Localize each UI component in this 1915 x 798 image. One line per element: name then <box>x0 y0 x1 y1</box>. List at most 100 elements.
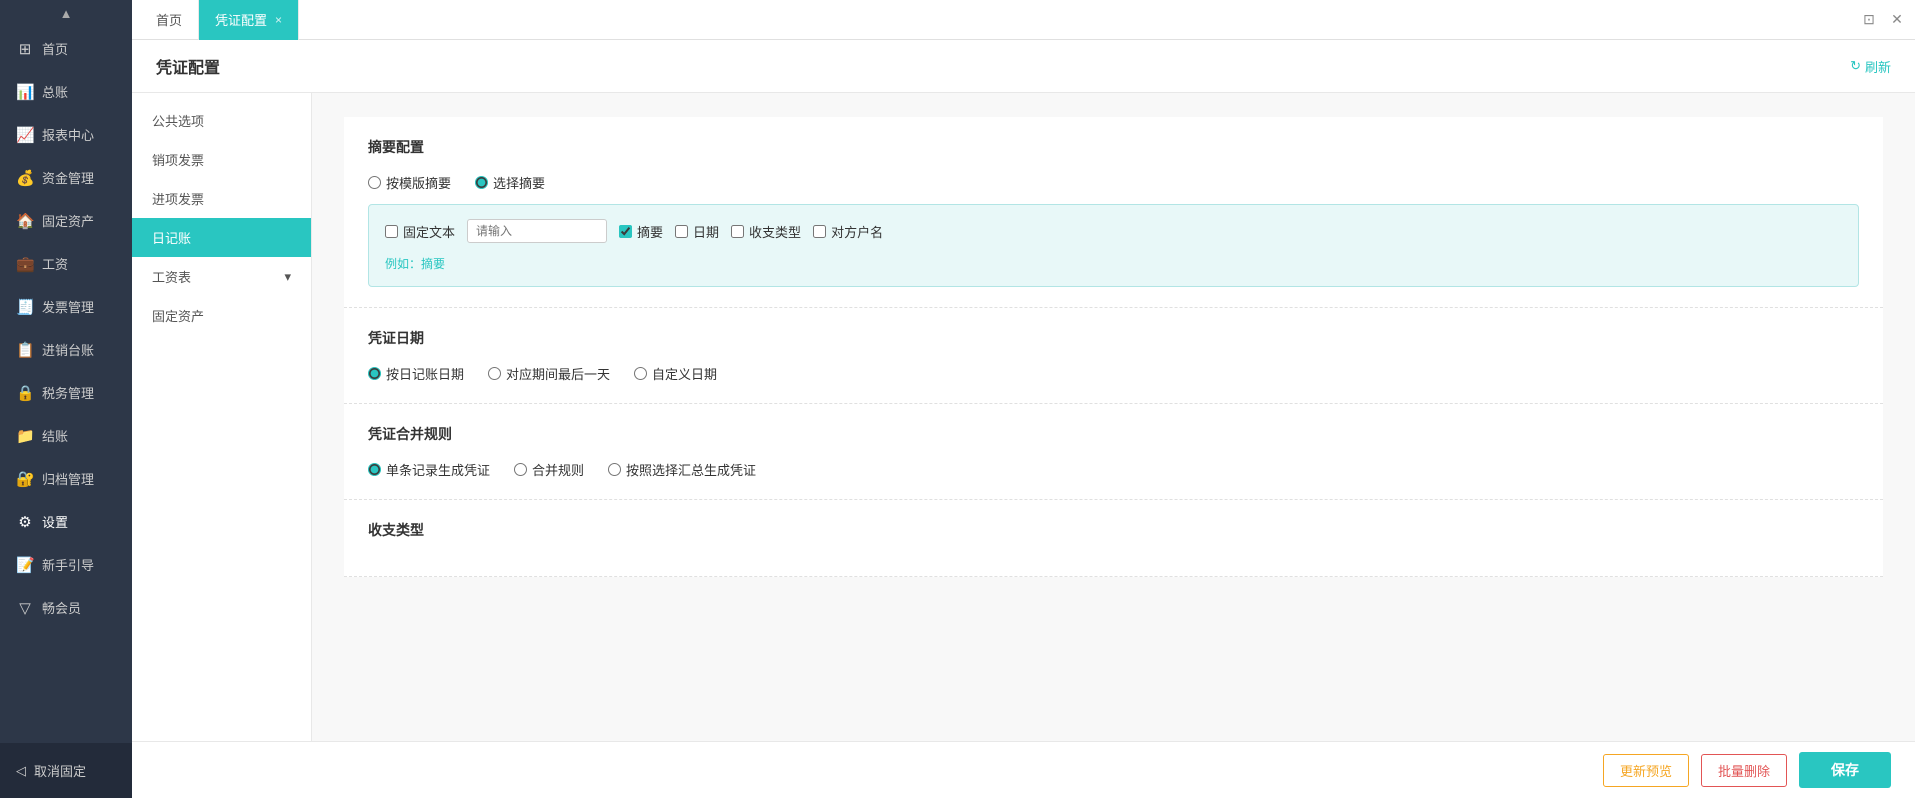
left-nav-journal[interactable]: 日记账 <box>132 218 311 257</box>
sidebar-label-member: 畅会员 <box>42 598 81 617</box>
sidebar-icon-home: ⊞ <box>16 40 34 58</box>
sidebar-label-guide: 新手引导 <box>42 555 94 574</box>
update-preview-button[interactable]: 更新预览 <box>1603 754 1689 787</box>
by-selection-option[interactable]: 按照选择汇总生成凭证 <box>608 460 756 479</box>
counterpart-label: 对方户名 <box>831 222 883 241</box>
sidebar-item-home[interactable]: ⊞ 首页 <box>0 27 132 70</box>
refresh-label: 刷新 <box>1865 57 1891 76</box>
merge-rules-radio[interactable] <box>514 463 527 476</box>
refresh-button[interactable]: ↻ 刷新 <box>1850 57 1891 76</box>
right-content: 摘要配置 按模版摘要 选择摘要 <box>312 93 1915 741</box>
sidebar-cancel-pin[interactable]: ◁ 取消固定 <box>0 753 132 788</box>
sidebar-item-invoice-mgmt[interactable]: 🧾发票管理 <box>0 285 132 328</box>
by-selection-radio[interactable] <box>608 463 621 476</box>
left-nav-purchase-invoice[interactable]: 进项发票 <box>132 179 311 218</box>
voucher-merge-section: 凭证合并规则 单条记录生成凭证 合并规则 按照选择汇总生成凭证 <box>344 404 1883 500</box>
sidebar-item-purchase-sales[interactable]: 📋 进销台账 <box>0 328 132 371</box>
sidebar-item-guide[interactable]: 📝新手引导 <box>0 543 132 586</box>
voucher-merge-title: 凭证合并规则 <box>368 424 1859 444</box>
template-summary-radio[interactable] <box>368 176 381 189</box>
sidebar-item-ledger[interactable]: 📊总账 <box>0 70 132 113</box>
date-checkbox[interactable] <box>675 225 688 238</box>
main-area: 首页凭证配置× ⊡ ✕ 凭证配置 ↻ 刷新 公共选项销项发票进项发票日记账工资表… <box>132 0 1915 798</box>
left-nav-label-purchase-invoice: 进项发票 <box>152 189 204 208</box>
batch-delete-button[interactable]: 批量删除 <box>1701 754 1787 787</box>
sidebar-item-archive[interactable]: 🔐归档管理 <box>0 457 132 500</box>
summary-config-box: 固定文本 摘要 日期 <box>368 204 1859 287</box>
body-layout: 公共选项销项发票进项发票日记账工资表 ▾ 固定资产 摘要配置 按模版摘要 选择摘要 <box>132 93 1915 741</box>
summary-radio-group: 按模版摘要 选择摘要 <box>368 173 1859 192</box>
left-nav-payroll-table[interactable]: 工资表 ▾ <box>132 257 311 296</box>
save-button[interactable]: 保存 <box>1799 752 1891 788</box>
select-summary-radio[interactable] <box>475 176 488 189</box>
left-nav-sales-invoice[interactable]: 销项发票 <box>132 140 311 179</box>
fixed-text-checkbox[interactable] <box>385 225 398 238</box>
fixed-text-label: 固定文本 <box>403 222 455 241</box>
counterpart-option[interactable]: 对方户名 <box>813 222 883 241</box>
single-record-radio[interactable] <box>368 463 381 476</box>
counterpart-checkbox[interactable] <box>813 225 826 238</box>
sidebar-item-reports[interactable]: 📈 报表中心 <box>0 113 132 156</box>
sidebar-icon-payroll: 💼 <box>16 255 34 273</box>
sidebar-scroll-up[interactable]: ▲ <box>0 0 132 27</box>
voucher-date-section: 凭证日期 按日记账日期 对应期间最后一天 自定义日期 <box>344 308 1883 404</box>
template-summary-option[interactable]: 按模版摘要 <box>368 173 451 192</box>
income-type-option[interactable]: 收支类型 <box>731 222 801 241</box>
by-journal-date-label: 按日记账日期 <box>386 364 464 383</box>
tab-window-actions: ⊡ ✕ <box>1859 10 1907 30</box>
tab-home-tab[interactable]: 首页 <box>140 0 199 40</box>
summary-config-title: 摘要配置 <box>368 137 1859 157</box>
sidebar-item-payroll[interactable]: 💼工资 <box>0 242 132 285</box>
tab-label-home-tab: 首页 <box>156 10 182 29</box>
abstract-label: 摘要 <box>637 222 663 241</box>
sidebar-icon-assets: 🏠 <box>16 212 34 230</box>
left-nav-public-options[interactable]: 公共选项 <box>132 101 311 140</box>
sidebar-item-member[interactable]: ▽ 畅会员 <box>0 586 132 629</box>
left-nav-fixed-assets[interactable]: 固定资产 <box>132 296 311 335</box>
custom-date-option[interactable]: 自定义日期 <box>634 364 717 383</box>
sidebar-item-funds[interactable]: 💰资金管理 <box>0 156 132 199</box>
left-nav-label-payroll-table: 工资表 <box>152 267 191 286</box>
by-journal-date-option[interactable]: 按日记账日期 <box>368 364 464 383</box>
window-close-btn[interactable]: ✕ <box>1887 10 1907 30</box>
merge-rules-option[interactable]: 合并规则 <box>514 460 584 479</box>
abstract-option[interactable]: 摘要 <box>619 222 663 241</box>
abstract-checkbox[interactable] <box>619 225 632 238</box>
select-summary-label: 选择摘要 <box>493 173 545 192</box>
sidebar-item-settings[interactable]: ⚙设置 <box>0 500 132 543</box>
date-label: 日期 <box>693 222 719 241</box>
last-day-radio[interactable] <box>488 367 501 380</box>
custom-date-label: 自定义日期 <box>652 364 717 383</box>
single-record-option[interactable]: 单条记录生成凭证 <box>368 460 490 479</box>
sidebar-label-reports: 报表中心 <box>42 125 94 144</box>
chevron-down-icon: ▾ <box>284 269 291 285</box>
sidebar-label-purchase-sales: 进销台账 <box>42 340 94 359</box>
sidebar: ▲ ⊞ 首页 📊总账 📈 报表中心 💰资金管理 🏠 固定资产 💼工资🧾发票管理 📋 进销台账 🔒税务管… <box>0 0 132 798</box>
single-record-label: 单条记录生成凭证 <box>386 460 490 479</box>
sidebar-label-close: 结账 <box>42 426 68 445</box>
sidebar-label-assets: 固定资产 <box>42 211 94 230</box>
sidebar-label-home: 首页 <box>42 39 68 58</box>
sidebar-icon-member: ▽ <box>16 599 34 617</box>
tab-voucher-config-tab[interactable]: 凭证配置× <box>199 0 299 40</box>
left-nav-label-sales-invoice: 销项发票 <box>152 150 204 169</box>
select-summary-option[interactable]: 选择摘要 <box>475 173 545 192</box>
sidebar-icon-reports: 📈 <box>16 126 34 144</box>
sidebar-item-assets[interactable]: 🏠 固定资产 <box>0 199 132 242</box>
sidebar-icon-funds: 💰 <box>16 169 34 187</box>
by-journal-date-radio[interactable] <box>368 367 381 380</box>
voucher-date-radio-group: 按日记账日期 对应期间最后一天 自定义日期 <box>368 364 1859 383</box>
window-restore-btn[interactable]: ⊡ <box>1859 10 1879 30</box>
sidebar-icon-purchase-sales: 📋 <box>16 341 34 359</box>
date-option[interactable]: 日期 <box>675 222 719 241</box>
sidebar-icon-tax: 🔒 <box>16 384 34 402</box>
tab-close-voucher-config-tab[interactable]: × <box>275 13 282 27</box>
last-day-option[interactable]: 对应期间最后一天 <box>488 364 610 383</box>
fixed-text-input[interactable] <box>467 219 607 243</box>
by-selection-label: 按照选择汇总生成凭证 <box>626 460 756 479</box>
fixed-text-option[interactable]: 固定文本 <box>385 222 455 241</box>
custom-date-radio[interactable] <box>634 367 647 380</box>
income-type-checkbox[interactable] <box>731 225 744 238</box>
sidebar-item-tax[interactable]: 🔒税务管理 <box>0 371 132 414</box>
sidebar-item-close[interactable]: 📁结账 <box>0 414 132 457</box>
